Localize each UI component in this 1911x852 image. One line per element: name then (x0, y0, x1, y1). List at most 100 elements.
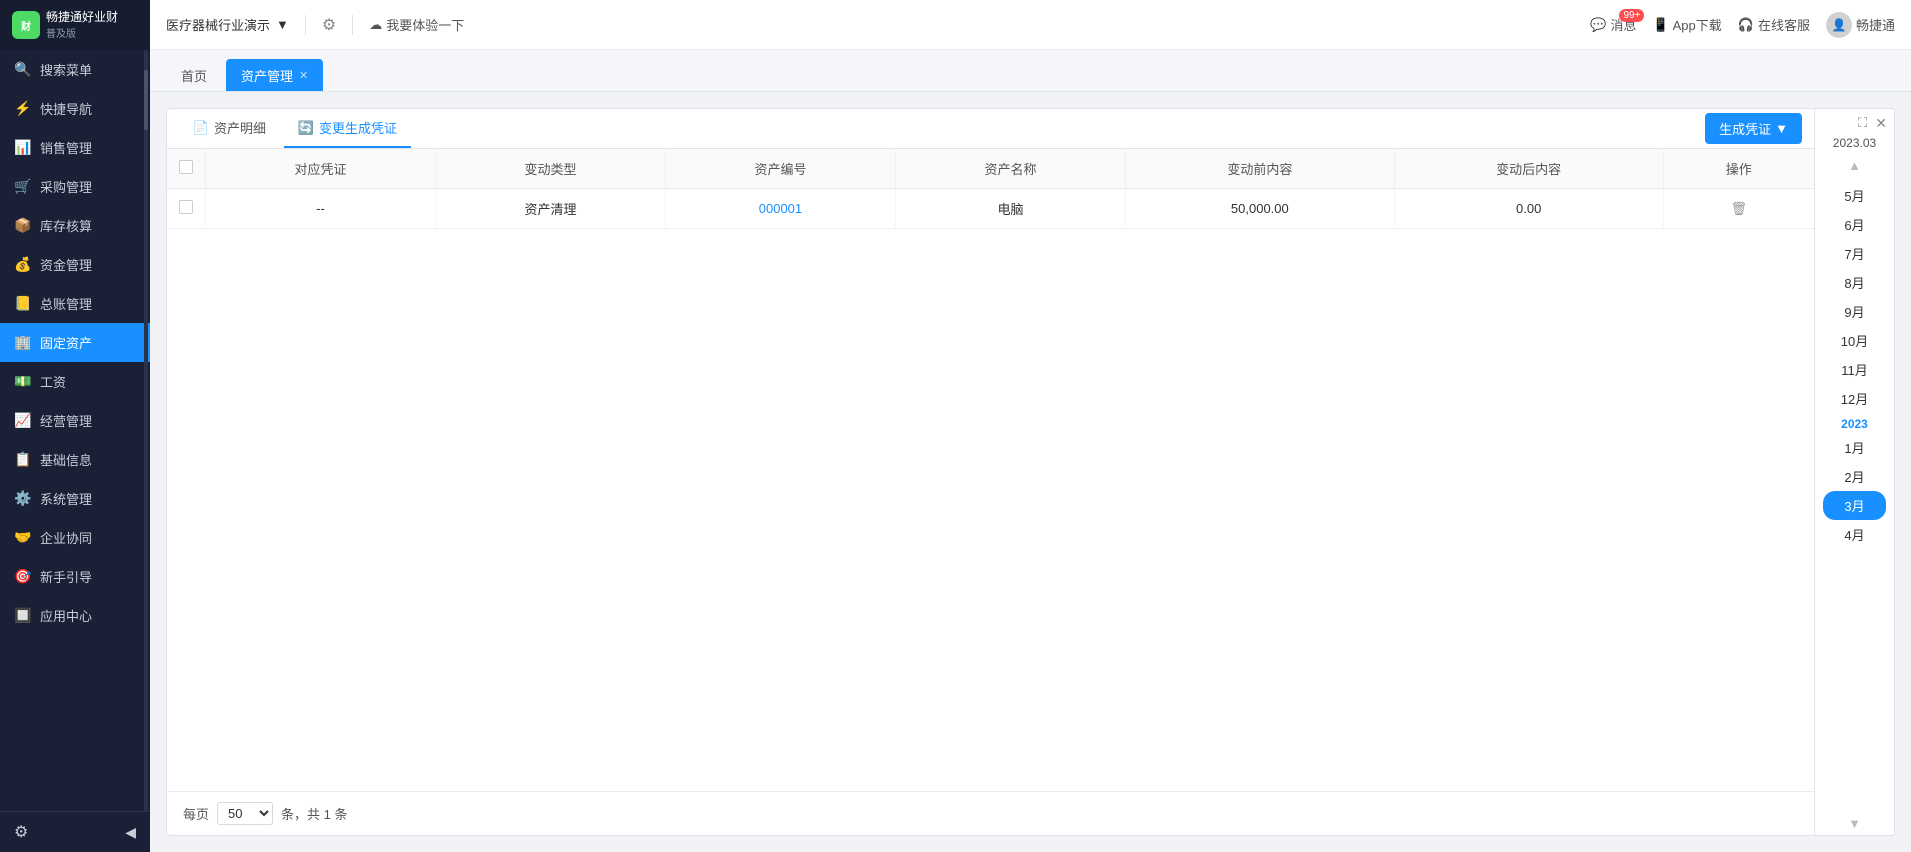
calendar-month-11[interactable]: 11月 (1815, 355, 1894, 384)
tabbar: 首页 资产管理 ✕ (150, 50, 1911, 92)
sidebar-item-collab[interactable]: 🤝 企业协同 (0, 518, 150, 557)
company-selector[interactable]: 医疗器械行业演示 ▼ (166, 15, 289, 34)
user-button[interactable]: 👤 畅捷通 (1826, 12, 1895, 38)
logo-icon: 财 (12, 11, 40, 39)
calendar-month-10[interactable]: 10月 (1815, 326, 1894, 355)
collapse-icon[interactable]: ◀ (125, 824, 136, 841)
row-operation[interactable]: 🗑 (1663, 189, 1814, 229)
sidebar-item-search[interactable]: 🔍 搜索菜单 (0, 50, 150, 89)
sidebar-item-basic[interactable]: 📋 基础信息 (0, 440, 150, 479)
generate-voucher-button[interactable]: 生成凭证 ▼ (1705, 113, 1802, 144)
tab-asset-mgmt[interactable]: 资产管理 ✕ (226, 59, 323, 91)
sidebar-footer: ⚙ ◀ (0, 811, 150, 852)
sub-tab-change-voucher[interactable]: 🔄 变更生成凭证 (284, 109, 411, 148)
sidebar-item-label: 采购管理 (40, 177, 92, 196)
sidebar-item-inventory[interactable]: 📦 库存核算 (0, 206, 150, 245)
per-page-select[interactable]: 50 10 20 100 (217, 802, 273, 825)
table-row: -- 资产清理 000001 电脑 50,000.00 0.00 🗑 (167, 189, 1814, 229)
sidebar-item-label: 经营管理 (40, 411, 92, 430)
calendar-month-2[interactable]: 2月 (1815, 462, 1894, 491)
headset-icon: 🎧 (1738, 17, 1754, 33)
row-checkbox[interactable] (179, 200, 193, 214)
sidebar-scrollbar-thumb (144, 70, 148, 130)
calendar-month-7[interactable]: 7月 (1815, 239, 1894, 268)
sidebar-item-system[interactable]: ⚙️ 系统管理 (0, 479, 150, 518)
sidebar-item-apps[interactable]: 🔲 应用中心 (0, 596, 150, 635)
dropdown-icon: ▼ (276, 17, 289, 32)
calendar-year-2023: 2023 (1815, 413, 1894, 433)
tab-home[interactable]: 首页 (166, 59, 222, 91)
calendar-month-3[interactable]: 3月 (1823, 491, 1886, 520)
experience-button[interactable]: ☁ 我要体验一下 (369, 15, 464, 34)
avatar: 👤 (1826, 12, 1852, 38)
calendar-close-icon[interactable]: ✕ (1872, 113, 1890, 134)
sidebar: 财 畅捷通好业财 普及版 🔍 搜索菜单 ⚡ 快捷导航 📊 销售管理 🛒 采购管理… (0, 0, 150, 852)
sub-tab-asset-detail[interactable]: 📄 资产明细 (179, 109, 280, 148)
tab-close-icon[interactable]: ✕ (299, 69, 308, 82)
topbar-settings-icon[interactable]: ⚙ (322, 15, 336, 35)
calendar-month-1[interactable]: 1月 (1815, 433, 1894, 462)
tab-asset-label: 资产管理 (241, 66, 293, 85)
sub-tab-label: 资产明细 (214, 118, 266, 137)
sidebar-item-fund[interactable]: 💰 资金管理 (0, 245, 150, 284)
row-after-change: 0.00 (1394, 189, 1663, 229)
th-before-change: 变动前内容 (1125, 149, 1394, 189)
collab-icon: 🤝 (14, 529, 32, 547)
service-button[interactable]: 🎧 在线客服 (1738, 15, 1810, 34)
sales-icon: 📊 (14, 139, 32, 157)
sidebar-item-sales[interactable]: 📊 销售管理 (0, 128, 150, 167)
message-icon: 💬 (1590, 17, 1606, 33)
sub-tabs: 📄 资产明细 🔄 变更生成凭证 生成凭证 ▼ (167, 109, 1814, 149)
app-download-button[interactable]: 📱 App下载 (1652, 15, 1721, 34)
calendar-month-4[interactable]: 4月 (1815, 520, 1894, 549)
sidebar-item-label: 销售管理 (40, 138, 92, 157)
panel-wrapper: 📄 资产明细 🔄 变更生成凭证 生成凭证 ▼ (166, 108, 1895, 836)
row-change-type: 资产清理 (435, 189, 665, 229)
sidebar-item-quicknav[interactable]: ⚡ 快捷导航 (0, 89, 150, 128)
content-area: 📄 资产明细 🔄 变更生成凭证 生成凭证 ▼ (150, 92, 1911, 852)
sidebar-item-guide[interactable]: 🎯 新手引导 (0, 557, 150, 596)
changes-table: 对应凭证 变动类型 资产编号 资产名称 变动前内容 变动后内容 操作 (167, 149, 1814, 229)
table-container: 对应凭证 变动类型 资产编号 资产名称 变动前内容 变动后内容 操作 (167, 149, 1814, 791)
asset-icon: 🏢 (14, 334, 32, 352)
sidebar-item-label: 企业协同 (40, 528, 92, 547)
calendar-month-5[interactable]: 5月 (1815, 181, 1894, 210)
sidebar-scrollbar[interactable] (144, 50, 148, 812)
messages-badge: 99+ (1619, 9, 1644, 22)
guide-icon: 🎯 (14, 568, 32, 586)
sidebar-item-operation[interactable]: 📈 经营管理 (0, 401, 150, 440)
row-before-change: 50,000.00 (1125, 189, 1394, 229)
sidebar-item-salary[interactable]: 💵 工资 (0, 362, 150, 401)
calendar-month-9[interactable]: 9月 (1815, 297, 1894, 326)
messages-button[interactable]: 💬 消息 99+ (1590, 15, 1636, 34)
settings-icon[interactable]: ⚙ (14, 822, 28, 842)
sidebar-item-ledger[interactable]: 📒 总账管理 (0, 284, 150, 323)
inventory-icon: 📦 (14, 217, 32, 235)
sub-tab-label: 变更生成凭证 (319, 118, 397, 137)
logo-name: 畅捷通好业财 (46, 10, 118, 26)
sidebar-item-asset[interactable]: 🏢 固定资产 (0, 323, 150, 362)
calendar-panel: ⛶ ✕ 2023.03 ▲ 5月 6月 7月 8月 9月 10月 11月 12月… (1815, 108, 1895, 836)
experience-label: 我要体验一下 (386, 15, 464, 34)
calendar-month-12[interactable]: 12月 (1815, 384, 1894, 413)
system-icon: ⚙️ (14, 490, 32, 508)
calendar-scroll-down[interactable]: ▼ (1815, 812, 1894, 835)
th-operation: 操作 (1663, 149, 1814, 189)
calendar-month-6[interactable]: 6月 (1815, 210, 1894, 239)
select-all-checkbox[interactable] (179, 160, 193, 174)
sidebar-item-label: 搜索菜单 (40, 60, 92, 79)
basic-icon: 📋 (14, 451, 32, 469)
fund-icon: 💰 (14, 256, 32, 274)
calendar-month-8[interactable]: 8月 (1815, 268, 1894, 297)
th-voucher: 对应凭证 (206, 149, 436, 189)
topbar: 医疗器械行业演示 ▼ ⚙ ☁ 我要体验一下 💬 消息 99+ 📱 App下载 🎧… (150, 0, 1911, 50)
sidebar-logo: 财 畅捷通好业财 普及版 (0, 0, 150, 50)
quicknav-icon: ⚡ (14, 100, 32, 118)
calendar-expand-icon[interactable]: ⛶ (1855, 113, 1870, 134)
phone-icon: 📱 (1652, 17, 1668, 33)
topbar-divider2 (352, 15, 353, 35)
calendar-current-period: 2023.03 (1815, 134, 1894, 154)
calendar-scroll-up[interactable]: ▲ (1815, 154, 1894, 177)
operation-icon: 📈 (14, 412, 32, 430)
sidebar-item-purchase[interactable]: 🛒 采购管理 (0, 167, 150, 206)
